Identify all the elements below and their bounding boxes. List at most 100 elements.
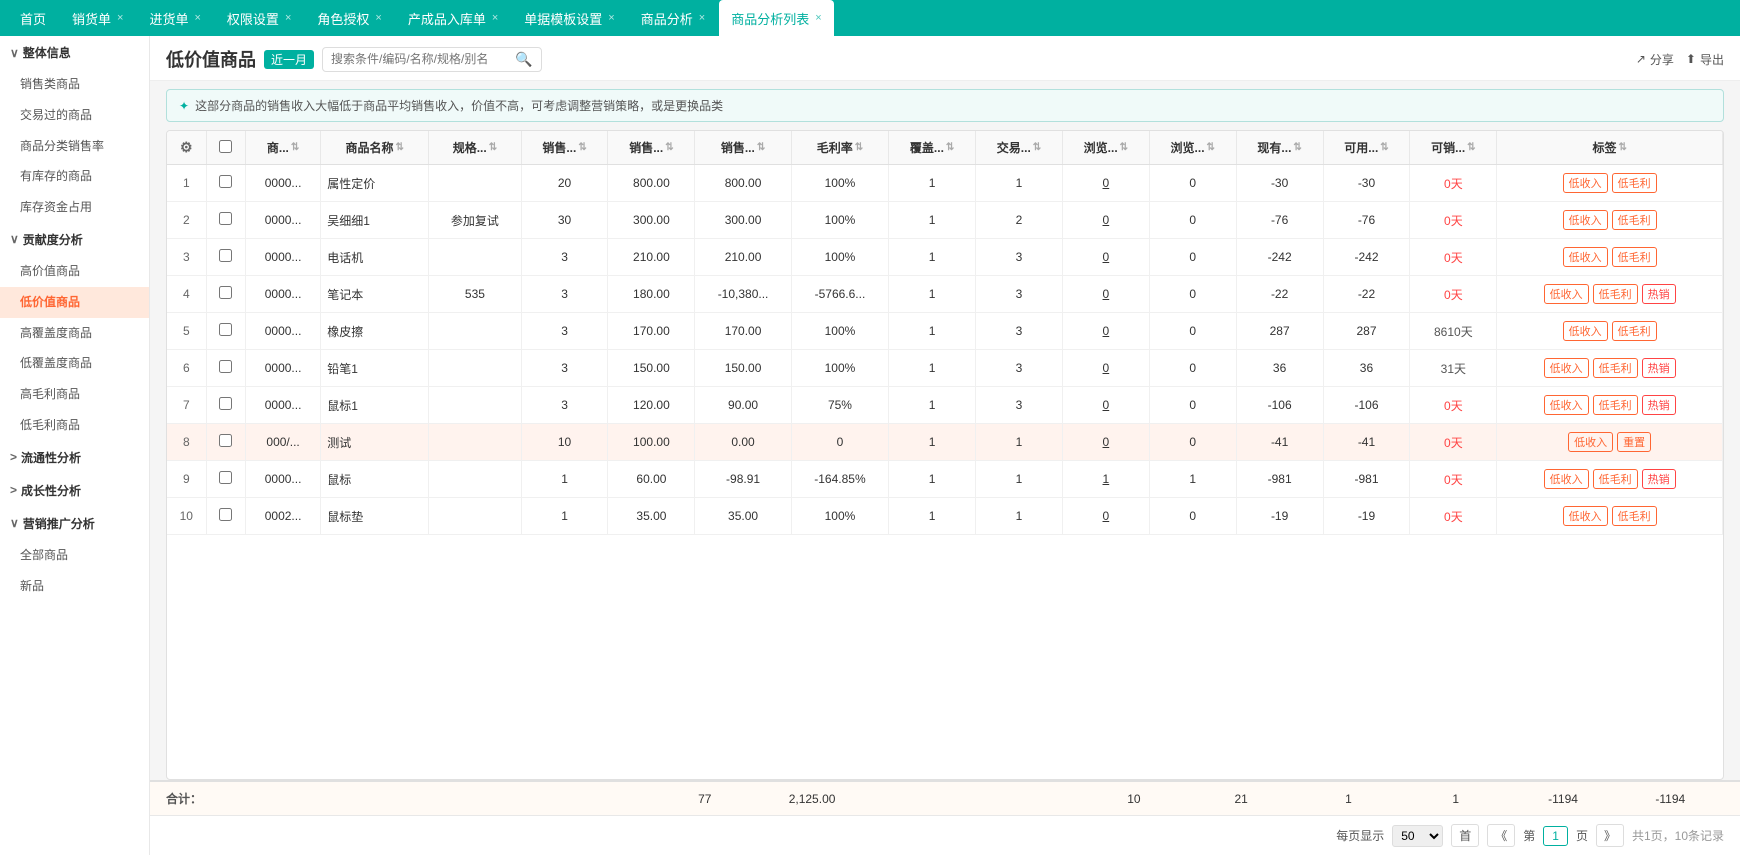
- col-header-sale_amount[interactable]: 销售...⇅: [695, 131, 791, 165]
- browse1[interactable]: 0: [1062, 387, 1149, 424]
- row-checkbox[interactable]: [219, 360, 232, 373]
- browse1[interactable]: 0: [1062, 165, 1149, 202]
- tag-低毛利[interactable]: 低毛利: [1612, 321, 1657, 341]
- sort-icon[interactable]: ⇅: [1293, 142, 1301, 153]
- product-name[interactable]: 橡皮擦: [321, 313, 429, 350]
- sidebar-item-商品分类销售率[interactable]: 商品分类销售率: [0, 131, 149, 162]
- sort-icon[interactable]: ⇅: [1467, 142, 1475, 153]
- sort-icon[interactable]: ⇅: [291, 142, 299, 153]
- sidebar-item-销售类商品[interactable]: 销售类商品: [0, 69, 149, 100]
- col-header-browse2[interactable]: 浏览...⇅: [1149, 131, 1236, 165]
- sidebar-item-全部商品[interactable]: 全部商品: [0, 540, 149, 571]
- nav-item-商品分析列表[interactable]: 商品分析列表×: [719, 0, 833, 36]
- sort-icon[interactable]: ⇅: [946, 142, 954, 153]
- nav-item-产成品入库单[interactable]: 产成品入库单×: [396, 0, 510, 36]
- col-header-tags[interactable]: 标签⇅: [1497, 131, 1723, 165]
- period-badge[interactable]: 近一月: [264, 50, 314, 69]
- nav-item-销货单[interactable]: 销货单×: [60, 0, 135, 36]
- sidebar-group-整体信息[interactable]: ∨整体信息: [0, 36, 149, 69]
- sidebar-group-流通性分析[interactable]: >流通性分析: [0, 441, 149, 474]
- nav-item-角色授权[interactable]: 角色授权×: [305, 0, 393, 36]
- tag-低收入[interactable]: 低收入: [1544, 358, 1589, 378]
- browse1-link[interactable]: 0: [1103, 361, 1110, 375]
- export-button[interactable]: ⬆ 导出: [1686, 51, 1724, 68]
- sort-icon[interactable]: ⇅: [1618, 142, 1626, 153]
- browse1[interactable]: 0: [1062, 276, 1149, 313]
- row-checkbox[interactable]: [219, 397, 232, 410]
- col-header-available[interactable]: 可用...⇅: [1323, 131, 1410, 165]
- tag-低收入[interactable]: 低收入: [1568, 432, 1613, 452]
- nav-item-首页[interactable]: 首页: [8, 0, 58, 36]
- close-icon[interactable]: ×: [699, 12, 705, 24]
- close-icon[interactable]: ×: [815, 12, 821, 24]
- sort-icon[interactable]: ⇅: [1120, 142, 1128, 153]
- share-button[interactable]: ↗ 分享: [1636, 51, 1674, 68]
- search-input[interactable]: [331, 52, 511, 66]
- row-checkbox[interactable]: [219, 434, 232, 447]
- product-name[interactable]: 电话机: [321, 239, 429, 276]
- col-header-gross_margin[interactable]: 毛利率⇅: [791, 131, 888, 165]
- product-name[interactable]: 吴细细1: [321, 202, 429, 239]
- tag-低毛利[interactable]: 低毛利: [1593, 469, 1638, 489]
- row-checkbox[interactable]: [219, 212, 232, 225]
- close-icon[interactable]: ×: [194, 12, 200, 24]
- sort-icon[interactable]: ⇅: [855, 142, 863, 153]
- browse1[interactable]: 1: [1062, 461, 1149, 498]
- product-name[interactable]: 鼠标1: [321, 387, 429, 424]
- sidebar-item-交易过的商品[interactable]: 交易过的商品: [0, 100, 149, 131]
- close-icon[interactable]: ×: [117, 12, 123, 24]
- col-header-settings[interactable]: ⚙: [167, 131, 206, 165]
- tag-低收入[interactable]: 低收入: [1544, 469, 1589, 489]
- first-page-button[interactable]: 首: [1451, 824, 1479, 847]
- product-name[interactable]: 测试: [321, 424, 429, 461]
- nav-item-单据模板设置[interactable]: 单据模板设置×: [512, 0, 626, 36]
- tag-低收入[interactable]: 低收入: [1563, 506, 1608, 526]
- prev-page-button[interactable]: 《: [1487, 824, 1515, 847]
- sort-icon[interactable]: ⇅: [396, 142, 404, 153]
- product-name[interactable]: 鼠标: [321, 461, 429, 498]
- sidebar-item-库存资金占用[interactable]: 库存资金占用: [0, 192, 149, 223]
- row-checkbox[interactable]: [219, 508, 232, 521]
- browse1-link[interactable]: 0: [1103, 324, 1110, 338]
- col-header-checkbox[interactable]: [206, 131, 245, 165]
- settings-icon[interactable]: ⚙: [180, 139, 193, 155]
- row-checkbox[interactable]: [219, 175, 232, 188]
- sort-icon[interactable]: ⇅: [578, 142, 586, 153]
- row-checkbox[interactable]: [219, 471, 232, 484]
- row-checkbox[interactable]: [219, 286, 232, 299]
- sort-icon[interactable]: ⇅: [1207, 142, 1215, 153]
- tag-低收入[interactable]: 低收入: [1544, 395, 1589, 415]
- browse1-link[interactable]: 0: [1103, 398, 1110, 412]
- tag-低收入[interactable]: 低收入: [1563, 173, 1608, 193]
- tag-低毛利[interactable]: 低毛利: [1612, 173, 1657, 193]
- browse1[interactable]: 0: [1062, 350, 1149, 387]
- sidebar-item-低覆盖度商品[interactable]: 低覆盖度商品: [0, 348, 149, 379]
- sort-icon[interactable]: ⇅: [665, 142, 673, 153]
- product-name[interactable]: 属性定价: [321, 165, 429, 202]
- col-header-name[interactable]: 商品名称⇅: [321, 131, 429, 165]
- browse1-link[interactable]: 0: [1103, 287, 1110, 301]
- nav-item-商品分析[interactable]: 商品分析×: [629, 0, 717, 36]
- sidebar-group-成长性分析[interactable]: >成长性分析: [0, 474, 149, 507]
- sidebar-item-低毛利商品[interactable]: 低毛利商品: [0, 410, 149, 441]
- tag-热销[interactable]: 热销: [1642, 284, 1676, 304]
- sidebar-item-低价值商品[interactable]: 低价值商品: [0, 287, 149, 318]
- row-checkbox[interactable]: [219, 249, 232, 262]
- browse1[interactable]: 0: [1062, 498, 1149, 535]
- col-header-coverage[interactable]: 覆盖...⇅: [889, 131, 976, 165]
- per-page-select[interactable]: 50 100: [1392, 825, 1443, 847]
- sidebar-item-新品[interactable]: 新品: [0, 571, 149, 602]
- col-header-sale_price[interactable]: 销售...⇅: [608, 131, 695, 165]
- tag-重置[interactable]: 重置: [1617, 432, 1651, 452]
- tag-热销[interactable]: 热销: [1642, 395, 1676, 415]
- sort-icon[interactable]: ⇅: [489, 142, 497, 153]
- browse1-link[interactable]: 0: [1103, 213, 1110, 227]
- tag-低毛利[interactable]: 低毛利: [1593, 395, 1638, 415]
- product-name[interactable]: 鼠标垫: [321, 498, 429, 535]
- browse1-link[interactable]: 0: [1103, 250, 1110, 264]
- next-page-button[interactable]: 》: [1596, 824, 1624, 847]
- col-header-sale_qty[interactable]: 销售...⇅: [521, 131, 608, 165]
- tag-低收入[interactable]: 低收入: [1544, 284, 1589, 304]
- sort-icon[interactable]: ⇅: [757, 142, 765, 153]
- col-header-code[interactable]: 商...⇅: [245, 131, 320, 165]
